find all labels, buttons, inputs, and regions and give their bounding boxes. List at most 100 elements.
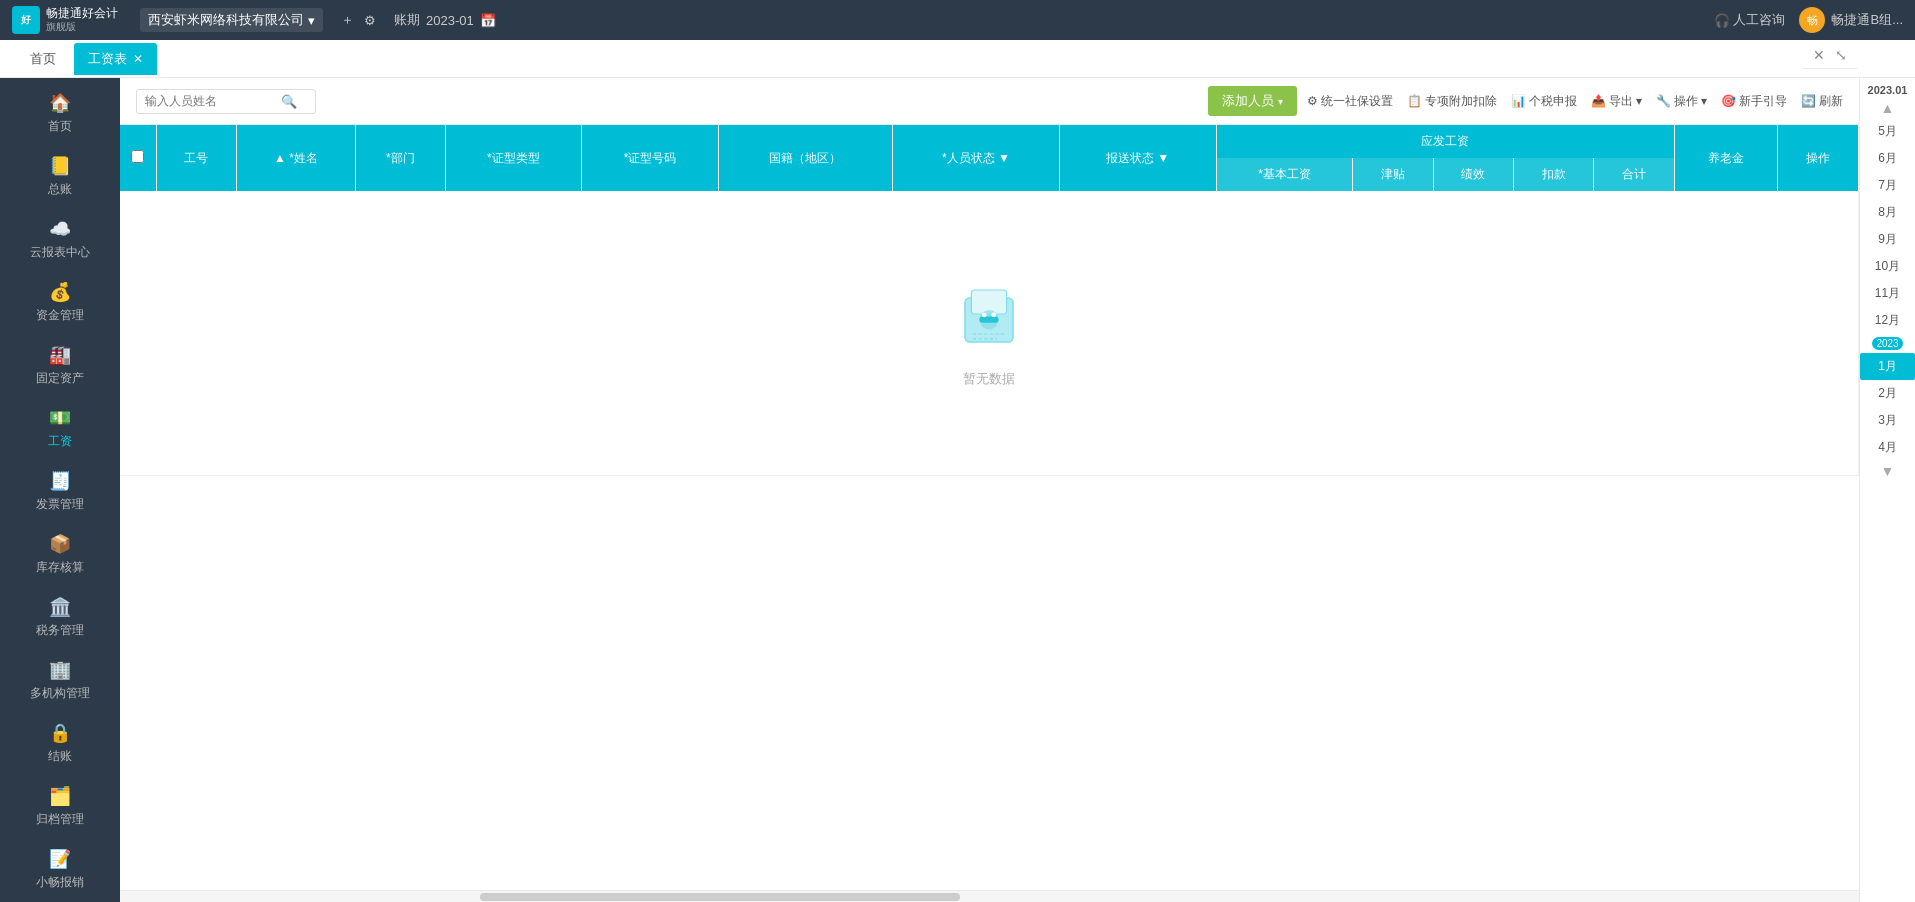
sidebar-item-close[interactable]: 🔒 结账 — [0, 712, 120, 775]
month-2022-12[interactable]: 12月 — [1860, 307, 1915, 334]
month-2022-10[interactable]: 10月 — [1860, 253, 1915, 280]
month-2022-7[interactable]: 7月 — [1860, 172, 1915, 199]
invoice-icon: 🧾 — [49, 470, 71, 492]
guide-btn[interactable]: 🎯 新手引导 — [1721, 93, 1787, 110]
th-deduct: 扣款 — [1513, 158, 1593, 191]
month-2022-5[interactable]: 5月 — [1860, 118, 1915, 145]
panel-up-arrow[interactable]: ▲ — [1878, 98, 1898, 118]
company-selector[interactable]: 西安虾米网络科技有限公司 ▾ — [140, 8, 323, 32]
tax-report-btn[interactable]: 📊 个税申报 — [1511, 93, 1577, 110]
maximize-window-icon[interactable]: ⤡ — [1835, 47, 1847, 63]
support-btn[interactable]: 🎧 人工咨询 — [1714, 11, 1785, 29]
sidebar-item-cloud-report[interactable]: ☁️ 云报表中心 — [0, 208, 120, 271]
search-icon: 🔍 — [281, 94, 297, 109]
sidebar-item-tax[interactable]: 🏛️ 税务管理 — [0, 586, 120, 649]
tab-salary[interactable]: 工资表 ✕ — [74, 43, 157, 75]
export-dropdown-icon: ▾ — [1636, 94, 1642, 108]
archive-icon: 🗂️ — [49, 785, 71, 807]
month-2022-9[interactable]: 9月 — [1860, 226, 1915, 253]
social-security-btn[interactable]: ⚙ 统一社保设置 — [1307, 93, 1393, 110]
tab-salary-label: 工资表 — [88, 50, 127, 68]
close-period-icon: 🔒 — [49, 722, 71, 744]
month-2022-6[interactable]: 6月 — [1860, 145, 1915, 172]
sidebar-item-archive[interactable]: 🗂️ 归档管理 — [0, 775, 120, 838]
add-button[interactable]: ＋ — [341, 11, 354, 29]
empty-text: 暂无数据 — [963, 370, 1015, 388]
social-security-label: 统一社保设置 — [1321, 93, 1393, 110]
month-2023-4[interactable]: 4月 — [1860, 434, 1915, 461]
month-2022-11[interactable]: 11月 — [1860, 280, 1915, 307]
sidebar-item-fund[interactable]: 💰 资金管理 — [0, 271, 120, 334]
settings-icon-btn[interactable]: ⚙ — [364, 13, 376, 28]
tab-home[interactable]: 首页 — [16, 43, 70, 75]
operations-icon: 🔧 — [1656, 94, 1671, 108]
period-value: 2023-01 — [426, 13, 474, 28]
salary-icon: 💵 — [49, 407, 71, 429]
export-btn[interactable]: 📤 导出 ▾ — [1591, 93, 1642, 110]
tab-close-icon[interactable]: ✕ — [133, 52, 143, 66]
calendar-icon[interactable]: 📅 — [480, 13, 496, 28]
month-2022-8[interactable]: 8月 — [1860, 199, 1915, 226]
top-header: 好 畅捷通好会计 旗舰版 西安虾米网络科技有限公司 ▾ ＋ ⚙ 账期 2023-… — [0, 0, 1915, 40]
settings-icon: ⚙ — [364, 13, 376, 28]
export-label: 导出 — [1609, 93, 1633, 110]
svg-rect-3 — [979, 316, 998, 322]
sidebar-label-expense: 小畅报销 — [36, 874, 84, 891]
right-panel: 2023.01 ▲ 5月 6月 7月 8月 9月 10月 11月 12月 202… — [1859, 78, 1915, 902]
sidebar-item-expense[interactable]: 📝 小畅报销 — [0, 838, 120, 901]
user-area[interactable]: 畅 畅捷通B组... — [1799, 7, 1903, 33]
month-2023-1[interactable]: 1月 — [1860, 353, 1915, 380]
th-total: 合计 — [1594, 158, 1674, 191]
sidebar-label-close: 结账 — [48, 748, 72, 765]
ledger-icon: 📒 — [49, 155, 71, 177]
toolbar-actions: ⚙ 统一社保设置 📋 专项附加扣除 📊 个税申报 📤 导出 ▾ 🔧 — [1307, 93, 1843, 110]
th-checkbox[interactable] — [120, 125, 156, 191]
sidebar-label-salary: 工资 — [48, 433, 72, 450]
operations-btn[interactable]: 🔧 操作 ▾ — [1656, 93, 1707, 110]
sidebar-item-ledger[interactable]: 📒 总账 — [0, 145, 120, 208]
sidebar: 🏠 首页 📒 总账 ☁️ 云报表中心 💰 资金管理 🏭 固定资产 💵 工资 🧾 … — [0, 78, 120, 902]
th-report-status: 报送状态 ▼ — [1059, 125, 1216, 191]
deductions-btn[interactable]: 📋 专项附加扣除 — [1407, 93, 1497, 110]
month-2023-3[interactable]: 3月 — [1860, 407, 1915, 434]
right-header: 🎧 人工咨询 畅 畅捷通B组... — [1714, 7, 1903, 33]
sidebar-label-home: 首页 — [48, 118, 72, 135]
logo-icon: 好 — [12, 6, 40, 34]
sidebar-label-inventory: 库存核算 — [36, 559, 84, 576]
sidebar-label-fixed-assets: 固定资产 — [36, 370, 84, 387]
empty-row: 暂无数据 — [120, 191, 1859, 476]
add-person-button[interactable]: 添加人员 ▾ — [1208, 86, 1297, 116]
fixed-assets-icon: 🏭 — [49, 344, 71, 366]
th-status: *人员状态 ▼ — [893, 125, 1059, 191]
panel-down-arrow[interactable]: ▼ — [1878, 461, 1898, 481]
svg-point-4 — [982, 312, 987, 317]
plus-icon: ＋ — [341, 11, 354, 29]
tab-home-label: 首页 — [30, 50, 56, 68]
sidebar-label-ledger: 总账 — [48, 181, 72, 198]
multi-org-icon: 🏢 — [49, 659, 71, 681]
close-window-icon[interactable]: ✕ — [1813, 47, 1825, 63]
sidebar-item-home[interactable]: 🏠 首页 — [0, 82, 120, 145]
period-area: 账期 2023-01 📅 — [394, 11, 496, 29]
table-body: 暂无数据 — [120, 191, 1859, 476]
operations-dropdown-icon: ▾ — [1701, 94, 1707, 108]
search-input[interactable] — [145, 94, 275, 108]
sidebar-item-invoice[interactable]: 🧾 发票管理 — [0, 460, 120, 523]
select-all-checkbox[interactable] — [131, 150, 144, 163]
sidebar-item-inventory[interactable]: 📦 库存核算 — [0, 523, 120, 586]
refresh-btn[interactable]: 🔄 刷新 — [1801, 93, 1843, 110]
sidebar-item-salary[interactable]: 💵 工资 — [0, 397, 120, 460]
scrollbar-area[interactable] — [120, 890, 1859, 902]
th-work-id: 工号 — [156, 125, 236, 191]
sidebar-label-cloud-report: 云报表中心 — [30, 244, 90, 261]
social-security-icon: ⚙ — [1307, 94, 1318, 108]
operations-label: 操作 — [1674, 93, 1698, 110]
sidebar-item-fixed-assets[interactable]: 🏭 固定资产 — [0, 334, 120, 397]
scrollbar-thumb[interactable] — [480, 893, 960, 901]
salary-table: 工号 ▲ *姓名 *部门 *证型类型 *证型号码 国籍（地区） *人员状态 ▼ … — [120, 125, 1859, 476]
th-dept: *部门 — [356, 125, 446, 191]
tax-report-label: 个税申报 — [1529, 93, 1577, 110]
add-dropdown-arrow: ▾ — [1278, 96, 1283, 107]
sidebar-item-multi-org[interactable]: 🏢 多机构管理 — [0, 649, 120, 712]
month-2023-2[interactable]: 2月 — [1860, 380, 1915, 407]
